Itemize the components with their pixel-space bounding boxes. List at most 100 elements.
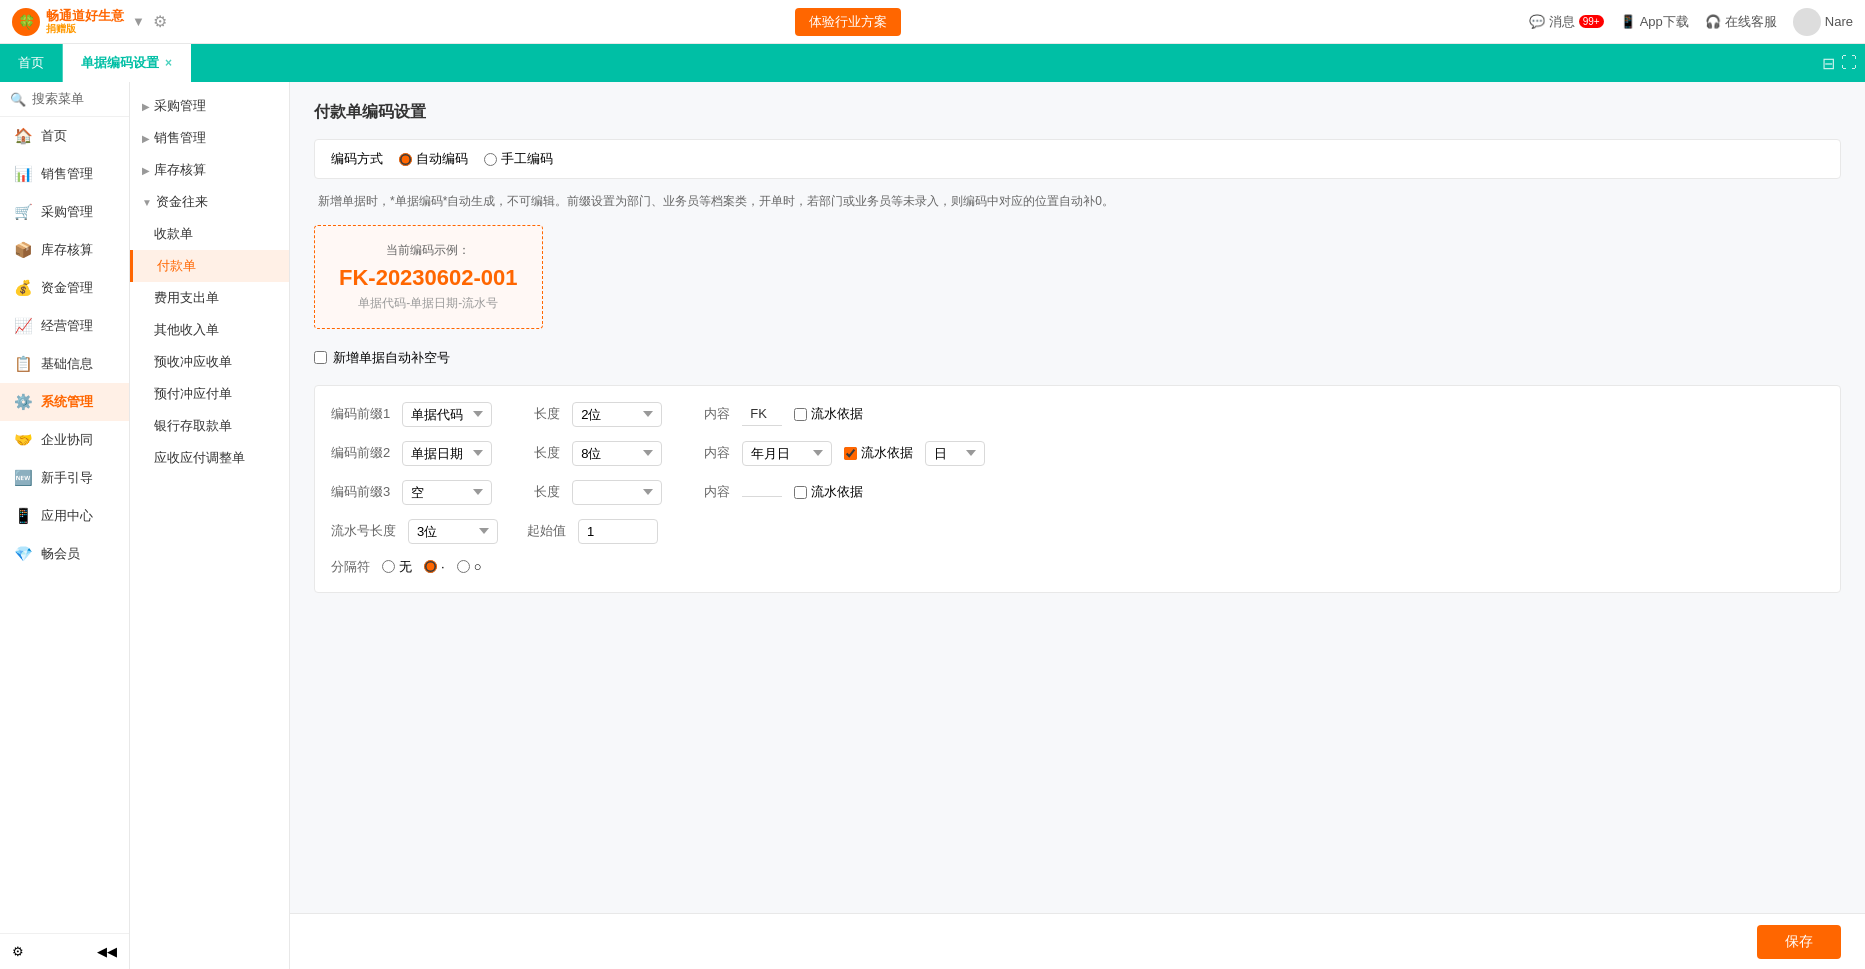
nav-group-purchase[interactable]: ▶ 采购管理 (130, 90, 289, 122)
content-2-label: 内容 (674, 444, 730, 462)
tab-actions: ⊟ ⛶ (1822, 44, 1865, 82)
content-2-select[interactable]: 年月日 (742, 441, 832, 466)
sidebar-item-system[interactable]: ⚙️ 系统管理 (0, 383, 129, 421)
length-3-label: 长度 (504, 483, 560, 501)
auto-encode-radio[interactable] (399, 153, 412, 166)
auto-fill-checkbox[interactable] (314, 351, 327, 364)
sidebar: 🔍 搜索菜单 🏠 首页 📊 销售管理 🛒 采购管理 📦 库存核算 💰 资金管理 … (0, 82, 130, 969)
member-icon: 💎 (14, 545, 33, 563)
sidebar-item-inventory[interactable]: 📦 库存核算 (0, 231, 129, 269)
nav-item-advance-offset[interactable]: 预付冲应付单 (130, 378, 289, 410)
sidebar-item-enterprise[interactable]: 🤝 企业协同 (0, 421, 129, 459)
preview-label: 当前编码示例： (339, 242, 518, 259)
nav-item-adjustment[interactable]: 应收应付调整单 (130, 442, 289, 474)
nav-group-capital[interactable]: ▼ 资金往来 (130, 186, 289, 218)
chevron-right-icon2: ▶ (142, 133, 150, 144)
nav-item-receipt[interactable]: 收款单 (130, 218, 289, 250)
page-footer: 保存 (290, 913, 1865, 969)
prefix-2-select[interactable]: 单据日期 (402, 441, 492, 466)
separator-circle-radio[interactable] (457, 560, 470, 573)
serial-1-checkbox[interactable] (794, 408, 807, 421)
auto-encode-option[interactable]: 自动编码 (399, 150, 468, 168)
online-service-item[interactable]: 🎧 在线客服 (1705, 13, 1777, 31)
app-download-item[interactable]: 📱 App下载 (1620, 13, 1689, 31)
serial-2-label: 流水依据 (861, 444, 913, 462)
sidebar-footer: ⚙ ◀◀ (0, 933, 129, 969)
collapse-icon[interactable]: ◀◀ (97, 944, 117, 959)
length-2-label: 长度 (504, 444, 560, 462)
separator-label: 分隔符 (331, 558, 370, 576)
manual-encode-option[interactable]: 手工编码 (484, 150, 553, 168)
user-area[interactable]: Nare (1793, 8, 1853, 36)
sidebar-item-home[interactable]: 🏠 首页 (0, 117, 129, 155)
newbie-icon: 🆕 (14, 469, 33, 487)
tab-encoding-settings[interactable]: 单据编码设置 × (63, 44, 191, 82)
nav-item-bank[interactable]: 银行存取款单 (130, 410, 289, 442)
length-2-select[interactable]: 8位 (572, 441, 662, 466)
serial-3-label: 流水依据 (811, 483, 863, 501)
nav-item-expense[interactable]: 费用支出单 (130, 282, 289, 314)
sidebar-item-sales[interactable]: 📊 销售管理 (0, 155, 129, 193)
trial-button[interactable]: 体验行业方案 (795, 8, 901, 36)
period-select[interactable]: 日 (925, 441, 985, 466)
encode-method-label: 编码方式 (331, 150, 383, 168)
nav-item-other-income[interactable]: 其他收入单 (130, 314, 289, 346)
nav-item-prepay-offset[interactable]: 预收冲应收单 (130, 346, 289, 378)
separator-dot-option[interactable]: · (424, 559, 445, 574)
settings-icon[interactable]: ⚙ (153, 12, 167, 31)
headset-icon: 🎧 (1705, 14, 1721, 29)
minimize-icon[interactable]: ⊟ (1822, 54, 1835, 73)
sidebar-item-member[interactable]: 💎 畅会员 (0, 535, 129, 573)
serial-length-select[interactable]: 3位 (408, 519, 498, 544)
manual-encode-radio[interactable] (484, 153, 497, 166)
length-3-select[interactable] (572, 480, 662, 505)
separator-none-option[interactable]: 无 (382, 558, 412, 576)
brand: 🍀 畅通道好生意 捐赠版 (12, 8, 124, 36)
save-button[interactable]: 保存 (1757, 925, 1841, 959)
prefix-row-3: 编码前缀3 空 长度 内容 流水依据 (331, 480, 1824, 505)
serial-1-label: 流水依据 (811, 405, 863, 423)
dropdown-icon[interactable]: ▼ (132, 14, 145, 29)
info-text: 新增单据时，*单据编码*自动生成，不可编辑。前缀设置为部门、业务员等档案类，开单… (314, 191, 1841, 213)
sidebar-item-purchase[interactable]: 🛒 采购管理 (0, 193, 129, 231)
sidebar-search[interactable]: 🔍 搜索菜单 (0, 82, 129, 117)
prefix-3-label: 编码前缀3 (331, 483, 390, 501)
start-value-input[interactable] (578, 519, 658, 544)
tab-home[interactable]: 首页 (0, 44, 63, 82)
topbar-left: 🍀 畅通道好生意 捐赠版 ▼ ⚙ (12, 8, 167, 36)
nav-group-inventory[interactable]: ▶ 库存核算 (130, 154, 289, 186)
settings-footer-icon[interactable]: ⚙ (12, 944, 24, 959)
message-icon: 💬 (1529, 14, 1545, 29)
sidebar-item-basics[interactable]: 📋 基础信息 (0, 345, 129, 383)
prefix-1-label: 编码前缀1 (331, 405, 390, 423)
expand-icon[interactable]: ⛶ (1841, 54, 1857, 72)
apps-icon: 📱 (14, 507, 33, 525)
serial-2-checkbox-group: 流水依据 (844, 444, 913, 462)
prefix-1-select[interactable]: 单据代码 (402, 402, 492, 427)
prefix-2-label: 编码前缀2 (331, 444, 390, 462)
serial-3-checkbox[interactable] (794, 486, 807, 499)
sidebar-item-finance[interactable]: 💰 资金管理 (0, 269, 129, 307)
sidebar-item-newbie[interactable]: 🆕 新手引导 (0, 459, 129, 497)
start-value-label: 起始值 (510, 522, 566, 540)
length-1-select[interactable]: 2位 (572, 402, 662, 427)
serial-2-checkbox[interactable] (844, 447, 857, 460)
brand-icon: 🍀 (12, 8, 40, 36)
preview-box: 当前编码示例： FK-20230602-001 单据代码-单据日期-流水号 (314, 225, 543, 329)
tab-close-icon[interactable]: × (165, 56, 172, 70)
auto-fill-row: 新增单据自动补空号 (314, 349, 1841, 367)
sidebar-item-operations[interactable]: 📈 经营管理 (0, 307, 129, 345)
enterprise-icon: 🤝 (14, 431, 33, 449)
separator-dot-radio[interactable] (424, 560, 437, 573)
prefix-3-select[interactable]: 空 (402, 480, 492, 505)
separator-circle-option[interactable]: ○ (457, 559, 482, 574)
nav-item-payment[interactable]: 付款单 (130, 250, 289, 282)
avatar (1793, 8, 1821, 36)
auto-fill-label: 新增单据自动补空号 (333, 349, 450, 367)
topbar-center: 体验行业方案 (795, 8, 901, 36)
sidebar-item-apps[interactable]: 📱 应用中心 (0, 497, 129, 535)
nav-group-sales[interactable]: ▶ 销售管理 (130, 122, 289, 154)
separator-none-radio[interactable] (382, 560, 395, 573)
chevron-down-icon: ▼ (142, 197, 152, 208)
message-item[interactable]: 💬 消息 99+ (1529, 13, 1604, 31)
